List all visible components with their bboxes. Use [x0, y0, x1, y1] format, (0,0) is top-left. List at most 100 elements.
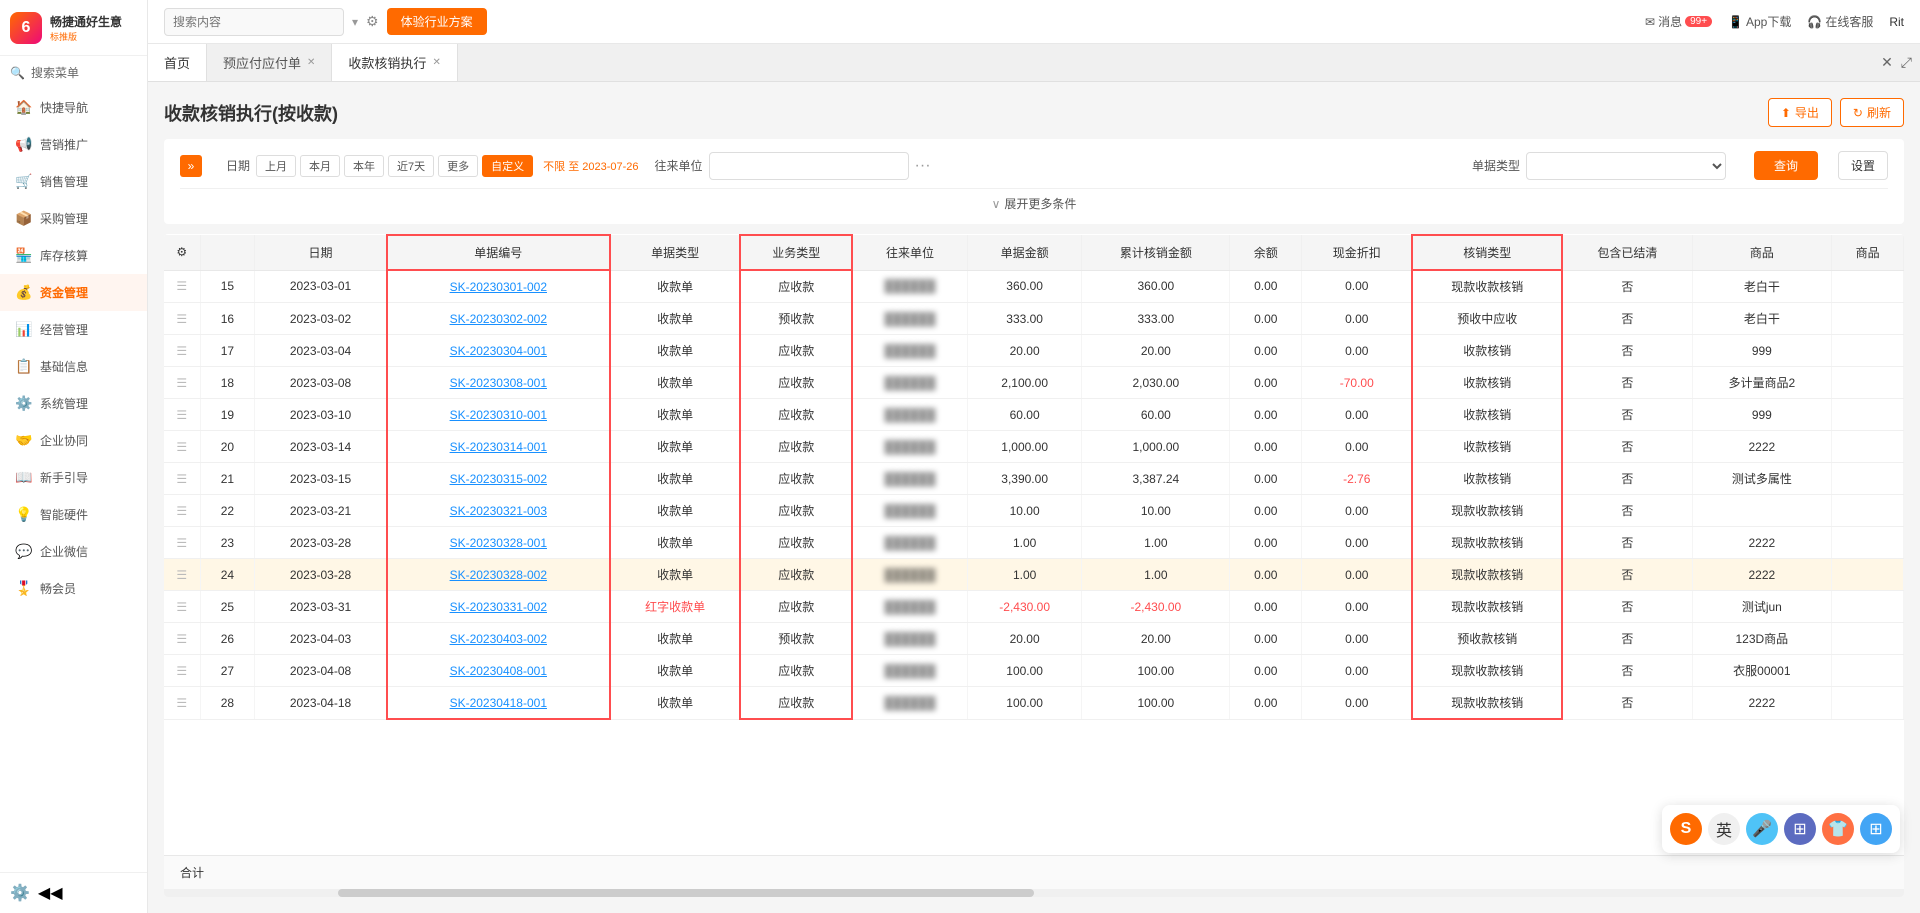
- table-row[interactable]: ☰ 25 2023-03-31 SK-20230331-002 红字收款单 应收…: [164, 591, 1904, 623]
- sidebar-item-inventory[interactable]: 🏪 库存核算: [0, 237, 147, 274]
- col-header-settings[interactable]: ⚙: [164, 235, 200, 270]
- settings-btn[interactable]: 设置: [1838, 151, 1888, 180]
- date-btn-this-year[interactable]: 本年: [344, 155, 384, 177]
- float-dot-btn[interactable]: 英: [1708, 813, 1740, 845]
- col-header-include-settled: 包含已结清: [1562, 235, 1692, 270]
- voucher-no-link[interactable]: SK-20230315-002: [450, 472, 547, 486]
- tab-collection-cancel[interactable]: 收款核销执行 ✕: [332, 44, 457, 81]
- cell-no: 19: [200, 399, 255, 431]
- sidebar-item-enterprise[interactable]: 🤝 企业协同: [0, 422, 147, 459]
- table-row[interactable]: ☰ 16 2023-03-02 SK-20230302-002 收款单 预收款 …: [164, 303, 1904, 335]
- filter-toggle-btn[interactable]: »: [180, 155, 202, 177]
- user-name[interactable]: Rit: [1889, 15, 1904, 29]
- cell-include-settled: 否: [1562, 623, 1692, 655]
- voucher-no-link[interactable]: SK-20230304-001: [450, 344, 547, 358]
- table-row[interactable]: ☰ 18 2023-03-08 SK-20230308-001 收款单 应收款 …: [164, 367, 1904, 399]
- close-tab-icon[interactable]: ✕: [1881, 54, 1893, 71]
- sidebar-item-guide[interactable]: 📖 新手引导: [0, 459, 147, 496]
- voucher-no-link[interactable]: SK-20230308-001: [450, 376, 547, 390]
- table-row[interactable]: ☰ 19 2023-03-10 SK-20230310-001 收款单 应收款 …: [164, 399, 1904, 431]
- cell-no: 27: [200, 655, 255, 687]
- date-btn-custom[interactable]: 自定义: [482, 155, 533, 177]
- refresh-btn[interactable]: ↻ 刷新: [1840, 98, 1904, 127]
- counterpart-more-icon[interactable]: ···: [915, 157, 931, 175]
- topbar-search-input[interactable]: [164, 8, 344, 36]
- table-row[interactable]: ☰ 27 2023-04-08 SK-20230408-001 收款单 应收款 …: [164, 655, 1904, 687]
- voucher-no-link[interactable]: SK-20230408-001: [450, 664, 547, 678]
- voucher-type-select[interactable]: [1526, 152, 1726, 180]
- sidebar-item-finance[interactable]: 💰 资金管理: [0, 274, 147, 311]
- table-row[interactable]: ☰ 28 2023-04-18 SK-20230418-001 收款单 应收款 …: [164, 687, 1904, 720]
- voucher-no-link[interactable]: SK-20230403-002: [450, 632, 547, 646]
- filter-expand-btn[interactable]: ∨ 展开更多条件: [180, 188, 1888, 212]
- collapse-icon[interactable]: ◀◀: [38, 883, 63, 903]
- table-scrollbar[interactable]: [164, 889, 1904, 897]
- table-row[interactable]: ☰ 23 2023-03-28 SK-20230328-001 收款单 应收款 …: [164, 527, 1904, 559]
- float-s-btn[interactable]: S: [1670, 813, 1702, 845]
- query-btn[interactable]: 查询: [1754, 151, 1818, 180]
- sidebar-item-sales[interactable]: 🛒 销售管理: [0, 163, 147, 200]
- table-row[interactable]: ☰ 24 2023-03-28 SK-20230328-002 收款单 应收款 …: [164, 559, 1904, 591]
- cell-balance: 0.00: [1230, 591, 1302, 623]
- cell-no: 22: [200, 495, 255, 527]
- voucher-no-link[interactable]: SK-20230328-001: [450, 536, 547, 550]
- float-puzzle-btn[interactable]: ⊞: [1860, 813, 1892, 845]
- sidebar-item-system[interactable]: ⚙️ 系统管理: [0, 385, 147, 422]
- sidebar-item-label: 系统管理: [40, 395, 88, 412]
- table-row[interactable]: ☰ 22 2023-03-21 SK-20230321-003 收款单 应收款 …: [164, 495, 1904, 527]
- export-btn[interactable]: ⬆ 导出: [1768, 98, 1832, 127]
- sidebar-item-label: 快捷导航: [40, 99, 88, 116]
- cell-include-settled: 否: [1562, 335, 1692, 367]
- cell-voucher-no: SK-20230408-001: [387, 655, 610, 687]
- tab-collection-close[interactable]: ✕: [432, 57, 440, 68]
- voucher-no-link[interactable]: SK-20230310-001: [450, 408, 547, 422]
- date-btn-this-month[interactable]: 本月: [300, 155, 340, 177]
- counterpart-input[interactable]: [709, 152, 909, 180]
- sidebar-item-basic[interactable]: 📋 基础信息: [0, 348, 147, 385]
- app-download-area[interactable]: 📱 App下载: [1728, 13, 1791, 30]
- table-row[interactable]: ☰ 21 2023-03-15 SK-20230315-002 收款单 应收款 …: [164, 463, 1904, 495]
- float-mic-btn[interactable]: 🎤: [1746, 813, 1778, 845]
- filter-voucher-type-item: 单据类型: [1472, 152, 1726, 180]
- topbar-gear-icon[interactable]: ⚙: [366, 13, 379, 30]
- voucher-no-link[interactable]: SK-20230321-003: [450, 504, 547, 518]
- sidebar-search[interactable]: 🔍 搜索菜单: [0, 56, 147, 89]
- sidebar-item-quick-nav[interactable]: 🏠 快捷导航: [0, 89, 147, 126]
- table-row[interactable]: ☰ 26 2023-04-03 SK-20230403-002 收款单 预收款 …: [164, 623, 1904, 655]
- sidebar-item-hardware[interactable]: 💡 智能硬件: [0, 496, 147, 533]
- sidebar-item-wechat[interactable]: 💬 企业微信: [0, 533, 147, 570]
- cell-cash-discount: 0.00: [1302, 270, 1413, 303]
- float-shirt-btn[interactable]: 👕: [1822, 813, 1854, 845]
- date-btn-last-month[interactable]: 上月: [256, 155, 296, 177]
- tab-home[interactable]: 首页: [148, 44, 207, 81]
- float-grid-btn[interactable]: ⊞: [1784, 813, 1816, 845]
- cell-settings: ☰: [164, 495, 200, 527]
- voucher-no-link[interactable]: SK-20230331-002: [450, 600, 547, 614]
- settings-icon[interactable]: ⚙️: [10, 883, 30, 903]
- voucher-no-link[interactable]: SK-20230301-002: [450, 280, 547, 294]
- tab-receivable[interactable]: 预应付应付单 ✕: [207, 44, 332, 81]
- table-row[interactable]: ☰ 17 2023-03-04 SK-20230304-001 收款单 应收款 …: [164, 335, 1904, 367]
- sidebar-nav: 🏠 快捷导航 📢 营销推广 🛒 销售管理 📦 采购管理 🏪 库存核算 💰 资金管…: [0, 89, 147, 872]
- table-scroll-area[interactable]: ⚙ 日期 单据编号 单据类型 业务类型 往来单位 单据金额 累计核销金额 余额 …: [164, 234, 1904, 855]
- cell-goods2: [1832, 623, 1904, 655]
- maximize-icon[interactable]: ⤢: [1901, 54, 1912, 71]
- table-row[interactable]: ☰ 20 2023-03-14 SK-20230314-001 收款单 应收款 …: [164, 431, 1904, 463]
- voucher-no-link[interactable]: SK-20230418-001: [450, 696, 547, 710]
- table-row[interactable]: ☰ 15 2023-03-01 SK-20230301-002 收款单 应收款 …: [164, 270, 1904, 303]
- voucher-no-link[interactable]: SK-20230314-001: [450, 440, 547, 454]
- sidebar-item-member[interactable]: 🎖️ 畅会员: [0, 570, 147, 607]
- tab-receivable-close[interactable]: ✕: [307, 57, 315, 68]
- scrollbar-thumb[interactable]: [338, 889, 1034, 897]
- solution-btn[interactable]: 体验行业方案: [387, 8, 487, 35]
- cell-include-settled: 否: [1562, 463, 1692, 495]
- sidebar-item-purchase[interactable]: 📦 采购管理: [0, 200, 147, 237]
- sidebar-item-marketing[interactable]: 📢 营销推广: [0, 126, 147, 163]
- messages-area[interactable]: ✉ 消息 99+: [1645, 13, 1712, 30]
- voucher-no-link[interactable]: SK-20230328-002: [450, 568, 547, 582]
- sidebar-item-operations[interactable]: 📊 经营管理: [0, 311, 147, 348]
- service-area[interactable]: 🎧 在线客服: [1807, 13, 1873, 30]
- date-btn-more[interactable]: 更多: [438, 155, 478, 177]
- date-btn-7days[interactable]: 近7天: [388, 155, 434, 177]
- voucher-no-link[interactable]: SK-20230302-002: [450, 312, 547, 326]
